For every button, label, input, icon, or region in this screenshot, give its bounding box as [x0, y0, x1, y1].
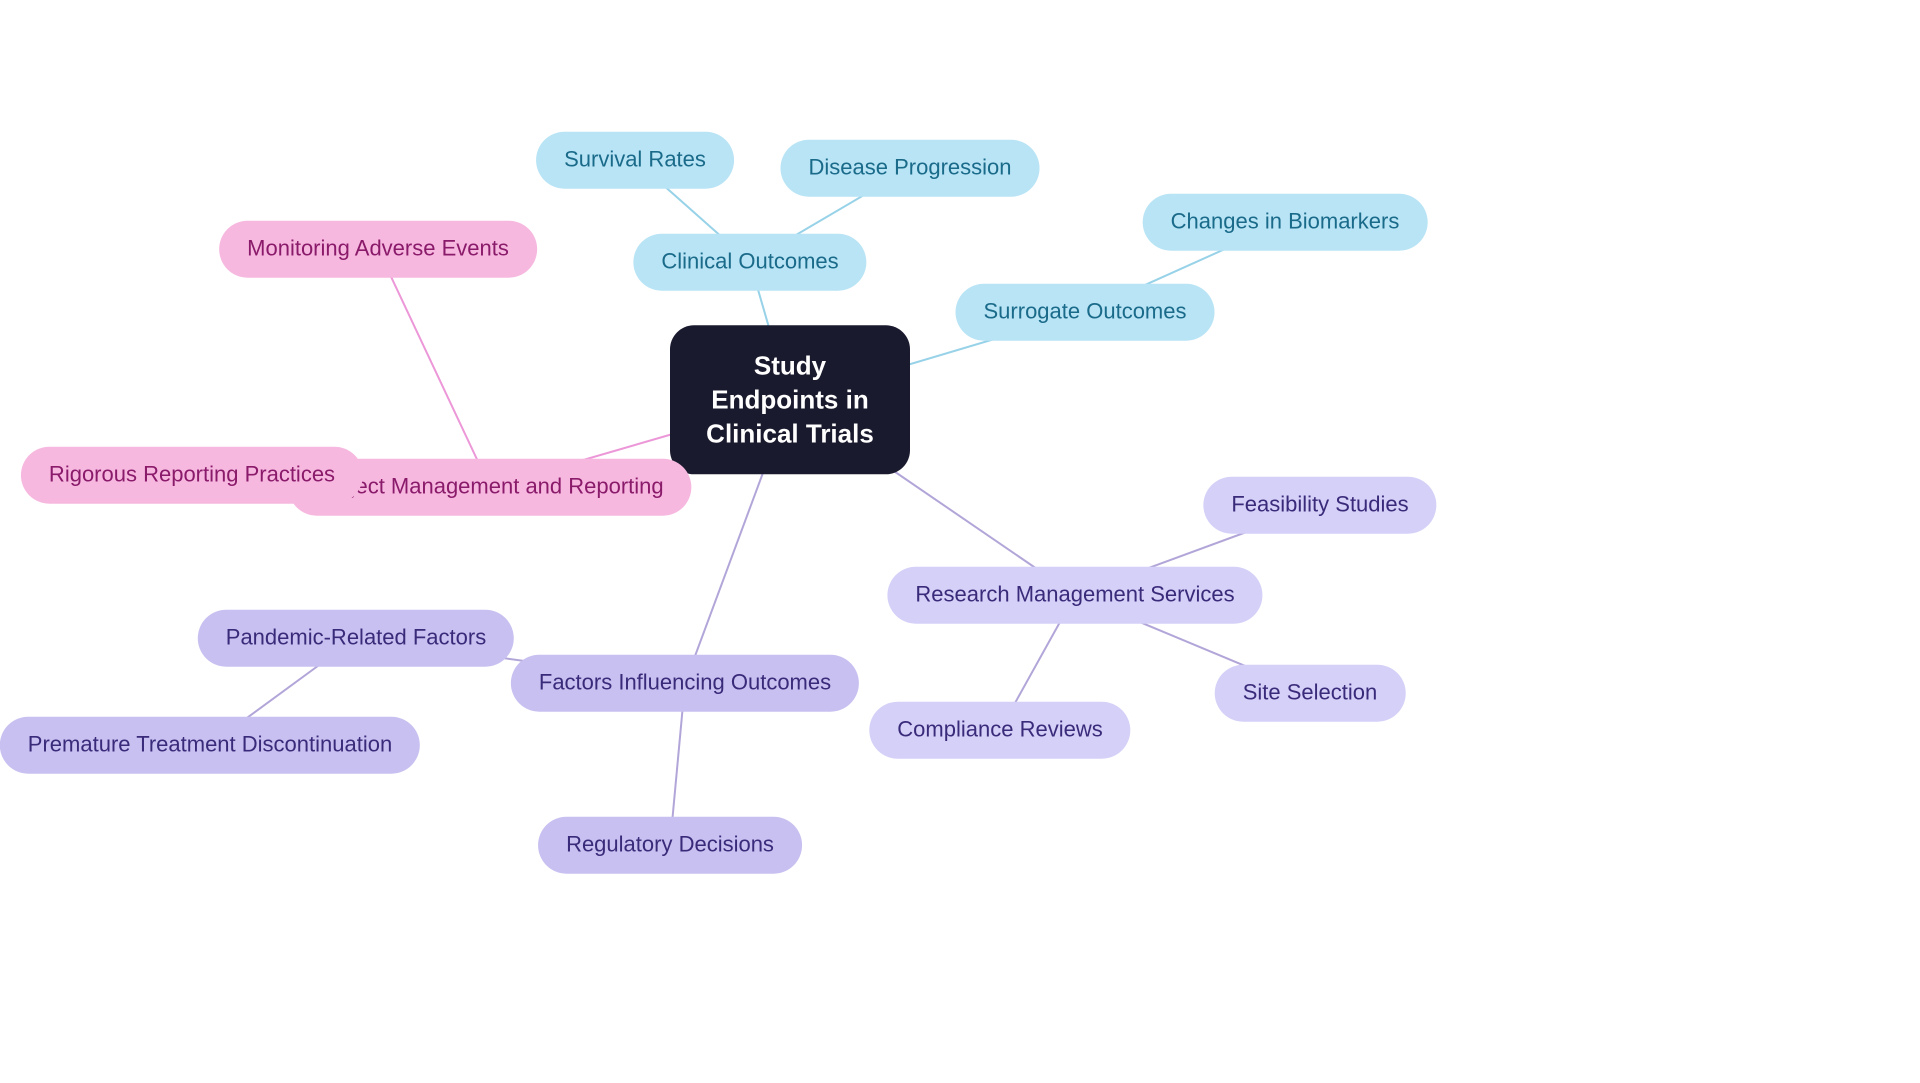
node-changes_biomarkers[interactable]: Changes in Biomarkers — [1143, 194, 1428, 251]
node-label-research_management: Research Management Services — [915, 581, 1234, 610]
node-label-changes_biomarkers: Changes in Biomarkers — [1171, 208, 1400, 237]
node-label-pandemic_related: Pandemic-Related Factors — [226, 624, 486, 653]
node-surrogate_outcomes[interactable]: Surrogate Outcomes — [956, 284, 1215, 341]
node-disease_progression[interactable]: Disease Progression — [781, 140, 1040, 197]
node-label-disease_progression: Disease Progression — [809, 154, 1012, 183]
node-label-project_management: Project Management and Reporting — [316, 473, 663, 502]
node-label-factors_influencing: Factors Influencing Outcomes — [539, 669, 831, 698]
node-compliance_reviews[interactable]: Compliance Reviews — [869, 702, 1130, 759]
node-research_management[interactable]: Research Management Services — [887, 567, 1262, 624]
mind-map: Study Endpoints in Clinical Trials Clinic… — [0, 0, 1920, 1083]
node-label-surrogate_outcomes: Surrogate Outcomes — [984, 298, 1187, 327]
node-label-feasibility_studies: Feasibility Studies — [1231, 491, 1408, 520]
node-rigorous_reporting[interactable]: Rigorous Reporting Practices — [21, 447, 363, 504]
node-clinical_outcomes[interactable]: Clinical Outcomes — [633, 234, 866, 291]
node-feasibility_studies[interactable]: Feasibility Studies — [1203, 477, 1436, 534]
node-label-compliance_reviews: Compliance Reviews — [897, 716, 1102, 745]
node-site_selection[interactable]: Site Selection — [1215, 665, 1406, 722]
node-center[interactable]: Study Endpoints in Clinical Trials — [670, 325, 910, 474]
node-label-center: Study Endpoints in Clinical Trials — [702, 349, 878, 450]
node-regulatory_decisions[interactable]: Regulatory Decisions — [538, 817, 802, 874]
node-label-rigorous_reporting: Rigorous Reporting Practices — [49, 461, 335, 490]
node-monitoring_adverse[interactable]: Monitoring Adverse Events — [219, 221, 537, 278]
node-premature_treatment[interactable]: Premature Treatment Discontinuation — [0, 717, 420, 774]
node-factors_influencing[interactable]: Factors Influencing Outcomes — [511, 655, 859, 712]
node-label-site_selection: Site Selection — [1243, 679, 1378, 708]
node-label-survival_rates: Survival Rates — [564, 146, 706, 175]
node-label-premature_treatment: Premature Treatment Discontinuation — [28, 731, 392, 760]
node-label-clinical_outcomes: Clinical Outcomes — [661, 248, 838, 277]
node-label-monitoring_adverse: Monitoring Adverse Events — [247, 235, 509, 264]
node-label-regulatory_decisions: Regulatory Decisions — [566, 831, 774, 860]
node-pandemic_related[interactable]: Pandemic-Related Factors — [198, 610, 514, 667]
node-survival_rates[interactable]: Survival Rates — [536, 132, 734, 189]
